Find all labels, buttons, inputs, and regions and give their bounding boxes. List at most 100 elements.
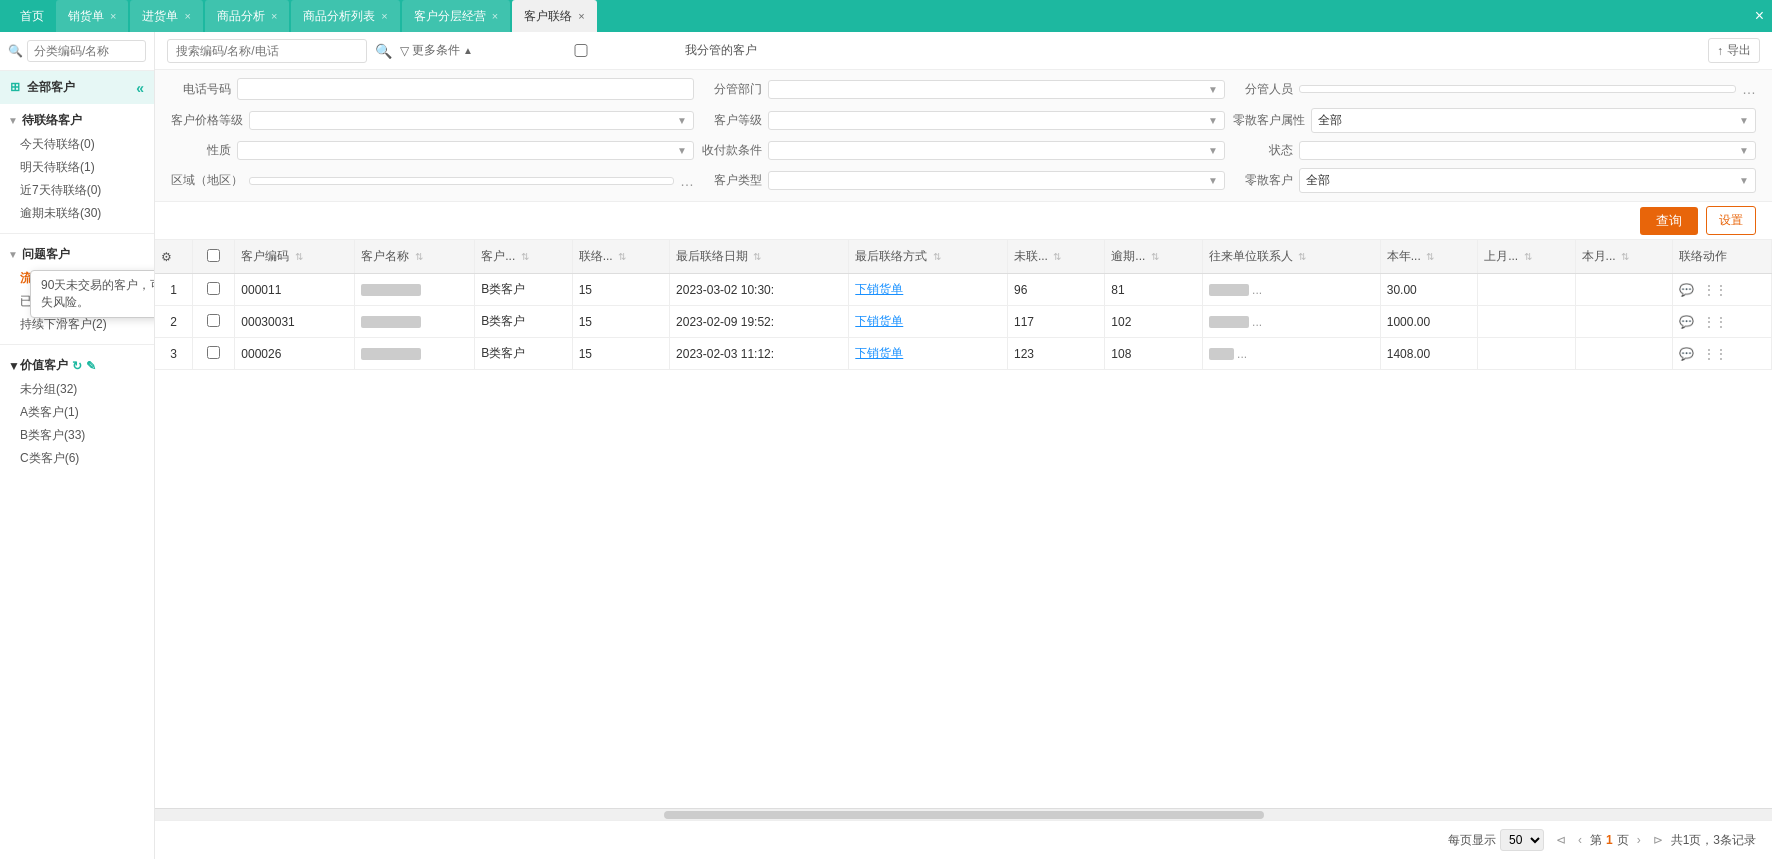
sidebar-group-problem-header[interactable]: ▼ 问题客户 [0, 242, 154, 267]
sort-icon-last-method[interactable]: ⇅ [933, 251, 941, 262]
sidebar-search-area: 🔍 [0, 32, 154, 71]
nav-tab-purchase[interactable]: 进货单 × [130, 0, 202, 32]
sort-icon-code[interactable]: ⇅ [295, 251, 303, 262]
close-tab-customer-contact-icon[interactable]: × [578, 10, 584, 22]
last-page-button[interactable]: ⊳ [1649, 831, 1667, 849]
close-tab-purchase-icon[interactable]: × [184, 10, 190, 22]
sort-icon-unlinked[interactable]: ⇅ [1053, 251, 1061, 262]
search-button[interactable]: 🔍 [375, 43, 392, 59]
last-method-link-3[interactable]: 下销货单 [855, 346, 903, 360]
sort-icon-overdue[interactable]: ⇅ [1151, 251, 1159, 262]
first-page-button[interactable]: ⊲ [1552, 831, 1570, 849]
filter-region-more-icon[interactable]: … [680, 173, 694, 189]
nav-tab-saleslip[interactable]: 销货单 × [56, 0, 128, 32]
row-checkbox-2[interactable] [207, 314, 220, 327]
next-page-button[interactable]: › [1633, 831, 1645, 849]
close-tab-saleslip-icon[interactable]: × [110, 10, 116, 22]
sidebar-item-tomorrow[interactable]: 明天待联络(1) [0, 156, 154, 179]
sidebar-item-7days[interactable]: 近7天待联络(0) [0, 179, 154, 202]
per-page-select[interactable]: 50 [1500, 829, 1544, 851]
horizontal-scrollbar[interactable] [155, 808, 1772, 820]
filter-more-button[interactable]: ▽ 更多条件 ▲ [400, 42, 473, 59]
action-more-icon-3[interactable]: ⋮⋮ [1703, 347, 1727, 361]
select-all-checkbox[interactable] [207, 249, 220, 262]
settings-button[interactable]: 设置 [1706, 206, 1756, 235]
row-checkbox-1[interactable] [207, 282, 220, 295]
sidebar-item-ungrouped[interactable]: 未分组(32) [0, 378, 154, 401]
action-chat-icon-2[interactable]: 💬 [1679, 315, 1694, 329]
action-more-icon-2[interactable]: ⋮⋮ [1703, 315, 1727, 329]
my-customers-checkbox[interactable] [481, 44, 681, 57]
window-close-button[interactable]: × [1755, 7, 1764, 25]
row-checkbox-3[interactable] [207, 346, 220, 359]
sort-icon-contact-person[interactable]: ⇅ [1298, 251, 1306, 262]
filter-person-select[interactable] [1299, 85, 1736, 93]
filter-dept-select[interactable]: ▼ [768, 80, 1225, 99]
filter-status-select[interactable]: ▼ [1299, 141, 1756, 160]
filter-level-select[interactable]: ▼ [768, 111, 1225, 130]
scroll-thumb[interactable] [664, 811, 1264, 819]
filter-payment-select[interactable]: ▼ [768, 141, 1225, 160]
last-method-link-2[interactable]: 下销货单 [855, 314, 903, 328]
sidebar-search-input[interactable] [27, 40, 146, 62]
nav-tab-customer-tier[interactable]: 客户分层经营 × [402, 0, 510, 32]
query-button[interactable]: 查询 [1640, 207, 1698, 235]
filter-region-select[interactable] [249, 177, 674, 185]
nav-tab-customer-contact[interactable]: 客户联络 × [512, 0, 596, 32]
td-last-method-2[interactable]: 下销货单 [849, 306, 1008, 338]
export-button[interactable]: ↑ 导出 [1708, 38, 1760, 63]
sort-icon-last-date[interactable]: ⇅ [753, 251, 761, 262]
action-chat-icon-3[interactable]: 💬 [1679, 347, 1694, 361]
sidebar-collapse-icon[interactable]: « [136, 80, 144, 96]
td-checkbox-1[interactable] [193, 274, 235, 306]
close-tab-analysis-icon[interactable]: × [271, 10, 277, 22]
filter-type-select[interactable]: ▼ [768, 171, 1225, 190]
th-checkbox[interactable] [193, 240, 235, 274]
sort-icon-type[interactable]: ⇅ [521, 251, 529, 262]
nav-home[interactable]: 首页 [8, 0, 56, 32]
settings-icon[interactable]: ⚙ [161, 250, 172, 264]
edit-icon[interactable]: ✎ [86, 359, 96, 373]
sort-icon-this-month[interactable]: ⇅ [1621, 251, 1629, 262]
sidebar-item-class-a[interactable]: A类客户(1) [0, 401, 154, 424]
sort-icon-contact[interactable]: ⇅ [618, 251, 626, 262]
td-type-1: B类客户 [475, 274, 572, 306]
td-overdue-1: 81 [1105, 274, 1202, 306]
close-tab-customer-tier-icon[interactable]: × [492, 10, 498, 22]
sidebar-group-pending-header[interactable]: ▼ 待联络客户 [0, 108, 154, 133]
nav-tab-analysis[interactable]: 商品分析 × [205, 0, 289, 32]
action-chat-icon-1[interactable]: 💬 [1679, 283, 1694, 297]
sidebar-item-class-b[interactable]: B类客户(33) [0, 424, 154, 447]
filter-person-more-icon[interactable]: … [1742, 81, 1756, 97]
filter-phone-input[interactable] [237, 78, 694, 100]
th-code: 客户编码 ⇅ [235, 240, 355, 274]
td-checkbox-2[interactable] [193, 306, 235, 338]
nav-tab-analysis-list[interactable]: 商品分析列表 × [291, 0, 399, 32]
filter-retail-attr-select[interactable]: 全部 ▼ [1311, 108, 1756, 133]
sidebar-item-class-c[interactable]: C类客户(6) [0, 447, 154, 470]
filter-price-row: 客户价格等级 ▼ [171, 108, 694, 133]
action-more-icon-1[interactable]: ⋮⋮ [1703, 283, 1727, 297]
last-method-link-1[interactable]: 下销货单 [855, 282, 903, 296]
sidebar-all-customers[interactable]: ⊞ 全部客户 « [0, 71, 154, 104]
filter-retail-select[interactable]: 全部 ▼ [1299, 168, 1756, 193]
sort-icon-last-month[interactable]: ⇅ [1524, 251, 1532, 262]
td-last-method-3[interactable]: 下销货单 [849, 338, 1008, 370]
th-settings[interactable]: ⚙ [155, 240, 193, 274]
refresh-icon[interactable]: ↻ [72, 359, 82, 373]
sidebar-group-value-header[interactable]: ▼ 价值客户 ↻ ✎ [0, 353, 154, 378]
search-input[interactable] [167, 39, 367, 63]
td-last-method-1[interactable]: 下销货单 [849, 274, 1008, 306]
sort-icon-name[interactable]: ⇅ [415, 251, 423, 262]
sidebar-item-today[interactable]: 今天待联络(0) [0, 133, 154, 156]
close-tab-analysis-list-icon[interactable]: × [381, 10, 387, 22]
my-customers-label[interactable]: 我分管的客户 [481, 42, 757, 59]
filter-nature-select[interactable]: ▼ [237, 141, 694, 160]
sidebar-item-overdue[interactable]: 逾期未联络(30) [0, 202, 154, 225]
prev-page-button[interactable]: ‹ [1574, 831, 1586, 849]
filter-retail-row: 零散客户 全部 ▼ [1233, 168, 1756, 193]
filter-price-select[interactable]: ▼ [249, 111, 694, 130]
td-checkbox-3[interactable] [193, 338, 235, 370]
td-last-date-3: 2023-02-03 11:12: [670, 338, 849, 370]
sort-icon-this-year[interactable]: ⇅ [1426, 251, 1434, 262]
